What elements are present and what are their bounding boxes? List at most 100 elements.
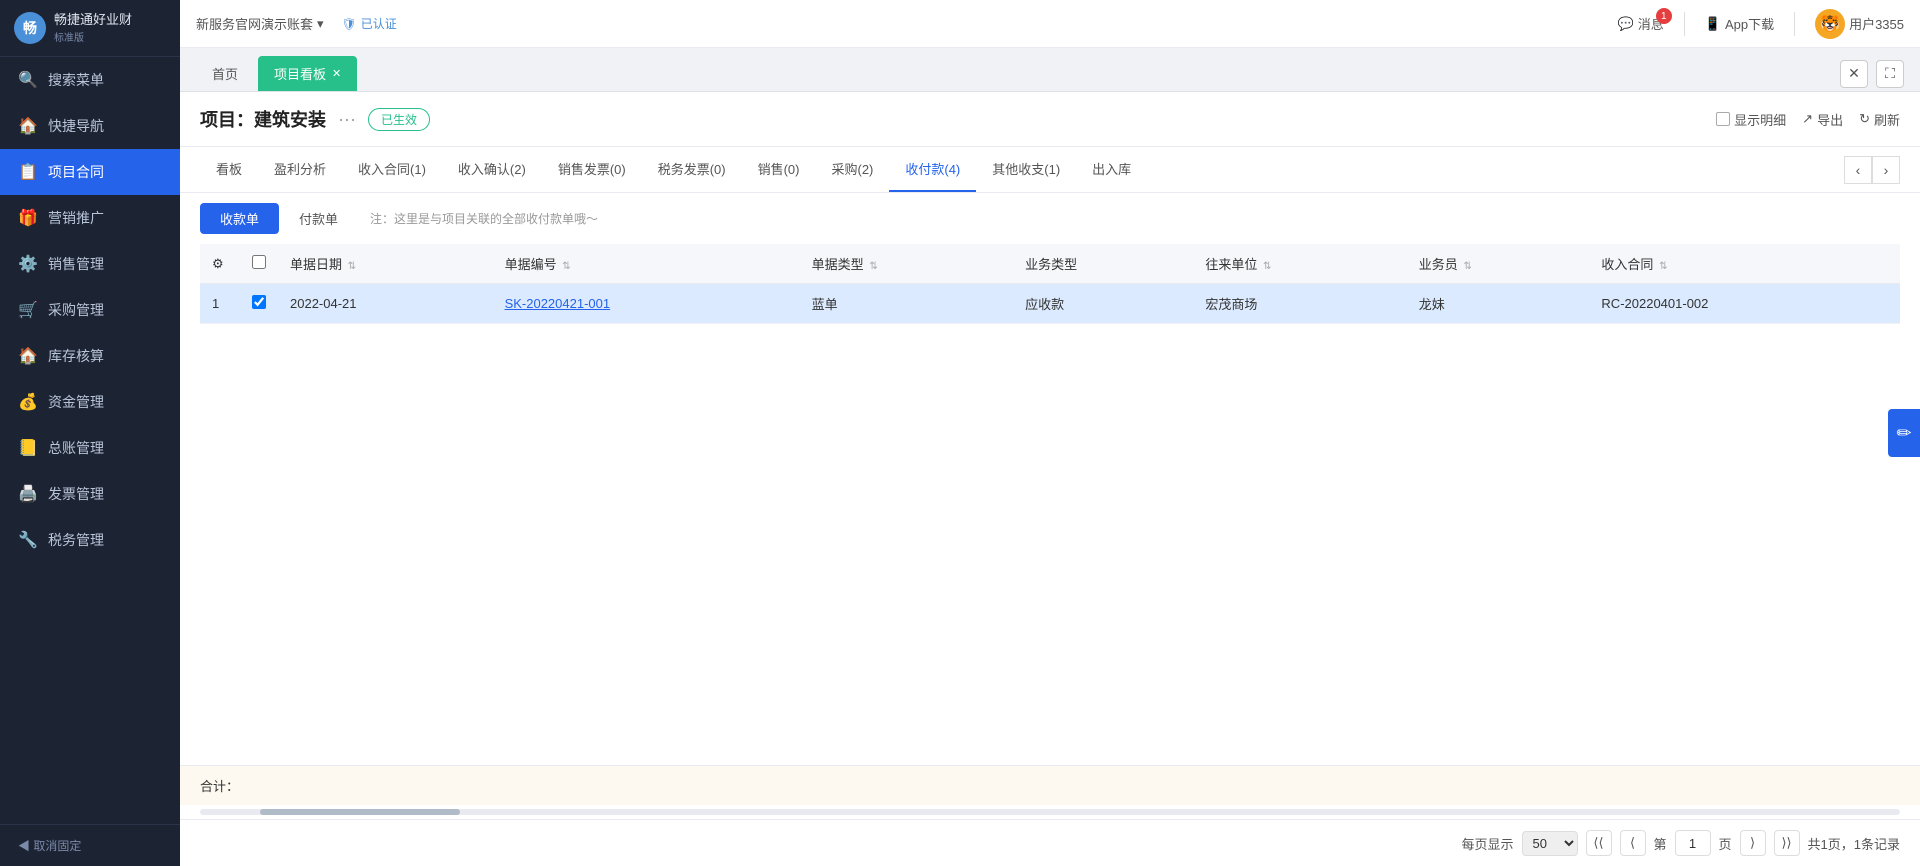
- logo-icon: 畅: [14, 12, 46, 44]
- finance-icon: 💰: [18, 392, 38, 412]
- date-column-header[interactable]: 单据日期 ⇅: [278, 244, 493, 284]
- subtab-purchase[interactable]: 采购(2): [815, 147, 889, 192]
- checkbox-box[interactable]: [1716, 112, 1730, 126]
- account-name: 新服务官网演示账套: [196, 14, 313, 33]
- tabbar-controls: ✕ ⛶: [1840, 60, 1904, 88]
- subtab-income-confirm[interactable]: 收入确认(2): [442, 147, 542, 192]
- more-options-icon[interactable]: ···: [338, 109, 356, 130]
- sidebar-item-finance[interactable]: 💰 资金管理: [0, 379, 180, 425]
- subtab-income-contract[interactable]: 收入合同(1): [342, 147, 442, 192]
- subtab-profit[interactable]: 盈利分析: [258, 147, 342, 192]
- sidebar-item-project-contract[interactable]: 📋 项目合同: [0, 149, 180, 195]
- subtab-kanban[interactable]: 看板: [200, 147, 258, 192]
- horizontal-scrollbar[interactable]: [180, 805, 1920, 819]
- avatar: 🐯: [1815, 9, 1845, 39]
- sidebar-item-marketing[interactable]: 🎁 营销推广: [0, 195, 180, 241]
- sort-icon: ⇅: [1659, 261, 1667, 272]
- project-header-actions: 显示明细 ↗ 导出 ↻ 刷新: [1716, 110, 1900, 129]
- tab-project-board[interactable]: 项目看板 ✕: [258, 56, 357, 91]
- page-number-input[interactable]: [1675, 830, 1711, 856]
- account-selector: 新服务官网演示账套 ▾ 🛡 已认证: [196, 14, 1606, 33]
- subtab-tax-invoice[interactable]: 税务发票(0): [642, 147, 742, 192]
- salesman-column-header[interactable]: 业务员 ⇅: [1407, 244, 1590, 284]
- user-menu[interactable]: 🐯 用户3355: [1815, 9, 1904, 39]
- account-dropdown[interactable]: 新服务官网演示账套 ▾: [196, 14, 324, 33]
- checkbox-column-header[interactable]: [240, 244, 278, 284]
- export-button[interactable]: ↗ 导出: [1802, 110, 1843, 129]
- subtab-nav: ‹ ›: [1844, 156, 1900, 184]
- logo-subtitle: 标准版: [54, 29, 132, 44]
- table-row[interactable]: 1 2022-04-21 SK-20220421-001 蓝单 应收款 宏茂商场…: [200, 284, 1900, 324]
- message-badge: 1: [1656, 8, 1672, 24]
- refresh-button[interactable]: ↻ 刷新: [1859, 110, 1900, 129]
- next-page-button[interactable]: ⟩: [1740, 830, 1766, 856]
- subtab-other-expense[interactable]: 其他收支(1): [976, 147, 1076, 192]
- page-label: 第: [1654, 834, 1667, 853]
- sidebar-item-label: 营销推广: [48, 208, 104, 228]
- expand-window-button[interactable]: ⛶: [1876, 60, 1904, 88]
- settings-column-header[interactable]: ⚙: [200, 244, 240, 284]
- sidebar-item-label: 发票管理: [48, 484, 104, 504]
- type-column-header[interactable]: 单据类型 ⇅: [800, 244, 1013, 284]
- sidebar-nav: 🔍 搜索菜单 🏠 快捷导航 📋 项目合同 🎁 营销推广 ⚙️ 销售管理 🛒 采购…: [0, 57, 180, 824]
- partner-column-header[interactable]: 往来单位 ⇅: [1193, 244, 1406, 284]
- sidebar-item-tax[interactable]: 🔧 税务管理: [0, 517, 180, 563]
- row-number[interactable]: SK-20220421-001: [493, 284, 800, 324]
- message-button[interactable]: 💬 消息 1: [1618, 14, 1664, 33]
- per-page-label: 每页显示: [1461, 834, 1513, 853]
- close-window-button[interactable]: ✕: [1840, 60, 1868, 88]
- sidebar-item-quick-nav[interactable]: 🏠 快捷导航: [0, 103, 180, 149]
- sidebar-item-ledger[interactable]: 📒 总账管理: [0, 425, 180, 471]
- row-salesman: 龙妹: [1407, 284, 1590, 324]
- sidebar-item-purchase[interactable]: 🛒 采购管理: [0, 287, 180, 333]
- sort-icon: ⇅: [562, 261, 570, 272]
- subtab-receipt[interactable]: 收付款(4): [889, 147, 976, 192]
- row-income-contract: RC-20220401-002: [1589, 284, 1900, 324]
- sidebar-item-inventory[interactable]: 🏠 库存核算: [0, 333, 180, 379]
- invoice-icon: 🖨️: [18, 484, 38, 504]
- project-header: 项目：建筑安装 ··· 已生效 显示明细 ↗ 导出 ↻ 刷新: [180, 92, 1920, 147]
- unpin-button[interactable]: ◀ 取消固定: [0, 824, 180, 866]
- row-checkbox[interactable]: [240, 284, 278, 324]
- per-page-select[interactable]: 50 20 100: [1522, 831, 1578, 856]
- page-suffix: 页: [1719, 834, 1732, 853]
- inner-tab-payment[interactable]: 付款单: [279, 203, 358, 234]
- number-column-header[interactable]: 单据编号 ⇅: [493, 244, 800, 284]
- right-float-button[interactable]: ✏: [1888, 409, 1920, 457]
- ledger-icon: 📒: [18, 438, 38, 458]
- sidebar-item-label: 销售管理: [48, 254, 104, 274]
- prev-page-button[interactable]: ⟨: [1620, 830, 1646, 856]
- subtab-prev-arrow[interactable]: ‹: [1844, 156, 1872, 184]
- message-icon: 💬: [1618, 16, 1634, 32]
- app-download-button[interactable]: 📱 App下载: [1705, 14, 1774, 33]
- gift-icon: 🎁: [18, 208, 38, 228]
- select-all-checkbox[interactable]: [252, 255, 266, 269]
- row-index: 1: [200, 284, 240, 324]
- last-page-button[interactable]: ⟩⟩: [1774, 830, 1800, 856]
- content-area: 项目：建筑安装 ··· 已生效 显示明细 ↗ 导出 ↻ 刷新 看板: [180, 92, 1920, 866]
- tabbar: 首页 项目看板 ✕ ✕ ⛶: [180, 48, 1920, 92]
- project-title: 项目：建筑安装: [200, 106, 326, 132]
- edit-icon: ✏: [1896, 423, 1911, 444]
- tab-home[interactable]: 首页: [196, 56, 254, 91]
- scrollbar-thumb[interactable]: [260, 809, 460, 815]
- unpin-label: ◀ 取消固定: [18, 837, 81, 854]
- row-select-checkbox[interactable]: [252, 295, 266, 309]
- income-contract-column-header[interactable]: 收入合同 ⇅: [1589, 244, 1900, 284]
- inventory-icon: 🏠: [18, 346, 38, 366]
- tab-close-icon[interactable]: ✕: [332, 67, 341, 80]
- sidebar-item-sales[interactable]: ⚙️ 销售管理: [0, 241, 180, 287]
- main-area: 新服务官网演示账套 ▾ 🛡 已认证 💬 消息 1 📱 App下载 🐯 用: [180, 0, 1920, 866]
- first-page-button[interactable]: ⟨⟨: [1586, 830, 1612, 856]
- subtab-sales[interactable]: 销售(0): [742, 147, 816, 192]
- show-detail-checkbox[interactable]: 显示明细: [1716, 110, 1786, 129]
- subtab-in-out[interactable]: 出入库: [1076, 147, 1147, 192]
- subtab-sales-invoice[interactable]: 销售发票(0): [542, 147, 642, 192]
- cart-icon: 🛒: [18, 300, 38, 320]
- subtab-next-arrow[interactable]: ›: [1872, 156, 1900, 184]
- sidebar-item-invoice[interactable]: 🖨️ 发票管理: [0, 471, 180, 517]
- inner-tab-receipt[interactable]: 收款单: [200, 203, 279, 234]
- row-biz-type: 应收款: [1013, 284, 1193, 324]
- user-label: 用户3355: [1849, 14, 1904, 33]
- sidebar-item-search[interactable]: 🔍 搜索菜单: [0, 57, 180, 103]
